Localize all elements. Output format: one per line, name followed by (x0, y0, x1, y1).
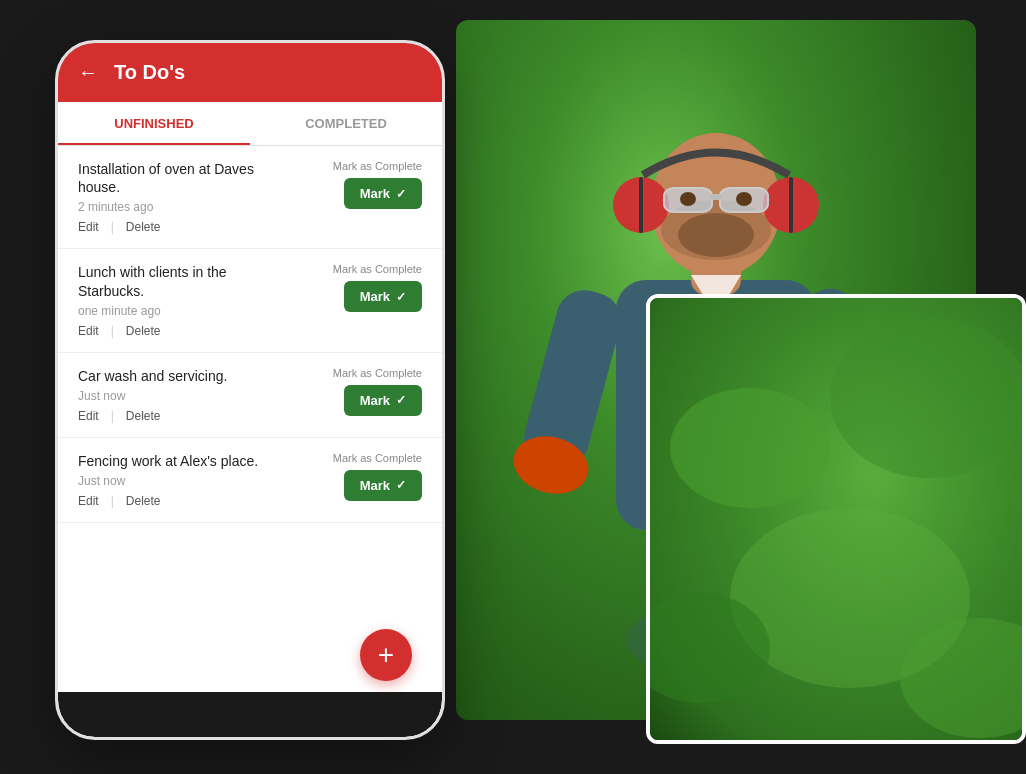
page-title: To Do's (114, 61, 185, 84)
todo-left: Car wash and servicing. Just now Edit | … (78, 367, 302, 423)
mark-button[interactable]: Mark ✓ (344, 470, 422, 501)
todo-actions: Edit | Delete (78, 220, 292, 234)
mark-button[interactable]: Mark ✓ (344, 281, 422, 312)
mark-button[interactable]: Mark ✓ (344, 385, 422, 416)
bg-foliage (650, 298, 1026, 744)
delete-link[interactable]: Delete (126, 220, 161, 234)
svg-point-18 (678, 213, 754, 257)
tab-completed[interactable]: COMPLETED (250, 102, 442, 145)
edit-link[interactable]: Edit (78, 409, 99, 423)
todo-right: Mark as Complete Mark ✓ (302, 263, 422, 312)
phone-bottom-bar (58, 692, 442, 737)
phone: ← To Do's UNFINISHED COMPLETED Installat… (55, 40, 445, 740)
delete-link[interactable]: Delete (126, 324, 161, 338)
fab-button[interactable]: + (360, 629, 412, 681)
mark-label: Mark as Complete (333, 367, 422, 379)
svg-rect-12 (789, 177, 793, 233)
divider: | (111, 494, 114, 508)
todo-item: Car wash and servicing. Just now Edit | … (58, 353, 442, 438)
delete-link[interactable]: Delete (126, 409, 161, 423)
todo-time: 2 minutes ago (78, 200, 292, 214)
todo-time: one minute ago (78, 304, 292, 318)
todo-title: Fencing work at Alex's place. (78, 452, 292, 470)
svg-rect-11 (639, 177, 643, 233)
svg-point-29 (830, 318, 1026, 478)
edit-link[interactable]: Edit (78, 220, 99, 234)
todo-left: Lunch with clients in the Starbucks. one… (78, 263, 302, 337)
svg-point-28 (670, 388, 830, 508)
todo-left: Fencing work at Alex's place. Just now E… (78, 452, 302, 508)
delete-link[interactable]: Delete (126, 494, 161, 508)
todo-actions: Edit | Delete (78, 324, 292, 338)
back-button[interactable]: ← (78, 61, 98, 84)
edit-link[interactable]: Edit (78, 324, 99, 338)
todo-item: Installation of oven at Daves house. 2 m… (58, 146, 442, 249)
todo-actions: Edit | Delete (78, 409, 292, 423)
mark-label: Mark as Complete (333, 452, 422, 464)
todo-right: Mark as Complete Mark ✓ (302, 452, 422, 501)
edit-link[interactable]: Edit (78, 494, 99, 508)
divider: | (111, 324, 114, 338)
todo-right: Mark as Complete Mark ✓ (302, 367, 422, 416)
mark-label: Mark as Complete (333, 263, 422, 275)
check-icon: ✓ (396, 290, 406, 304)
svg-rect-15 (710, 194, 722, 200)
todo-title: Car wash and servicing. (78, 367, 292, 385)
bg-panel-secondary (646, 294, 1026, 744)
tab-unfinished[interactable]: UNFINISHED (58, 102, 250, 145)
divider: | (111, 409, 114, 423)
todo-title: Installation of oven at Daves house. (78, 160, 292, 196)
check-icon: ✓ (396, 478, 406, 492)
phone-header: ← To Do's (58, 43, 442, 102)
todo-left: Installation of oven at Daves house. 2 m… (78, 160, 302, 234)
tabs-container: UNFINISHED COMPLETED (58, 102, 442, 146)
todo-title: Lunch with clients in the Starbucks. (78, 263, 292, 299)
mark-button[interactable]: Mark ✓ (344, 178, 422, 209)
todo-time: Just now (78, 389, 292, 403)
todo-right: Mark as Complete Mark ✓ (302, 160, 422, 209)
todo-time: Just now (78, 474, 292, 488)
mark-label: Mark as Complete (333, 160, 422, 172)
divider: | (111, 220, 114, 234)
svg-point-17 (736, 192, 752, 206)
todo-item: Fencing work at Alex's place. Just now E… (58, 438, 442, 523)
svg-point-16 (680, 192, 696, 206)
phone-wrapper: ← To Do's UNFINISHED COMPLETED Installat… (55, 40, 445, 740)
check-icon: ✓ (396, 187, 406, 201)
todo-item: Lunch with clients in the Starbucks. one… (58, 249, 442, 352)
todo-actions: Edit | Delete (78, 494, 292, 508)
check-icon: ✓ (396, 393, 406, 407)
